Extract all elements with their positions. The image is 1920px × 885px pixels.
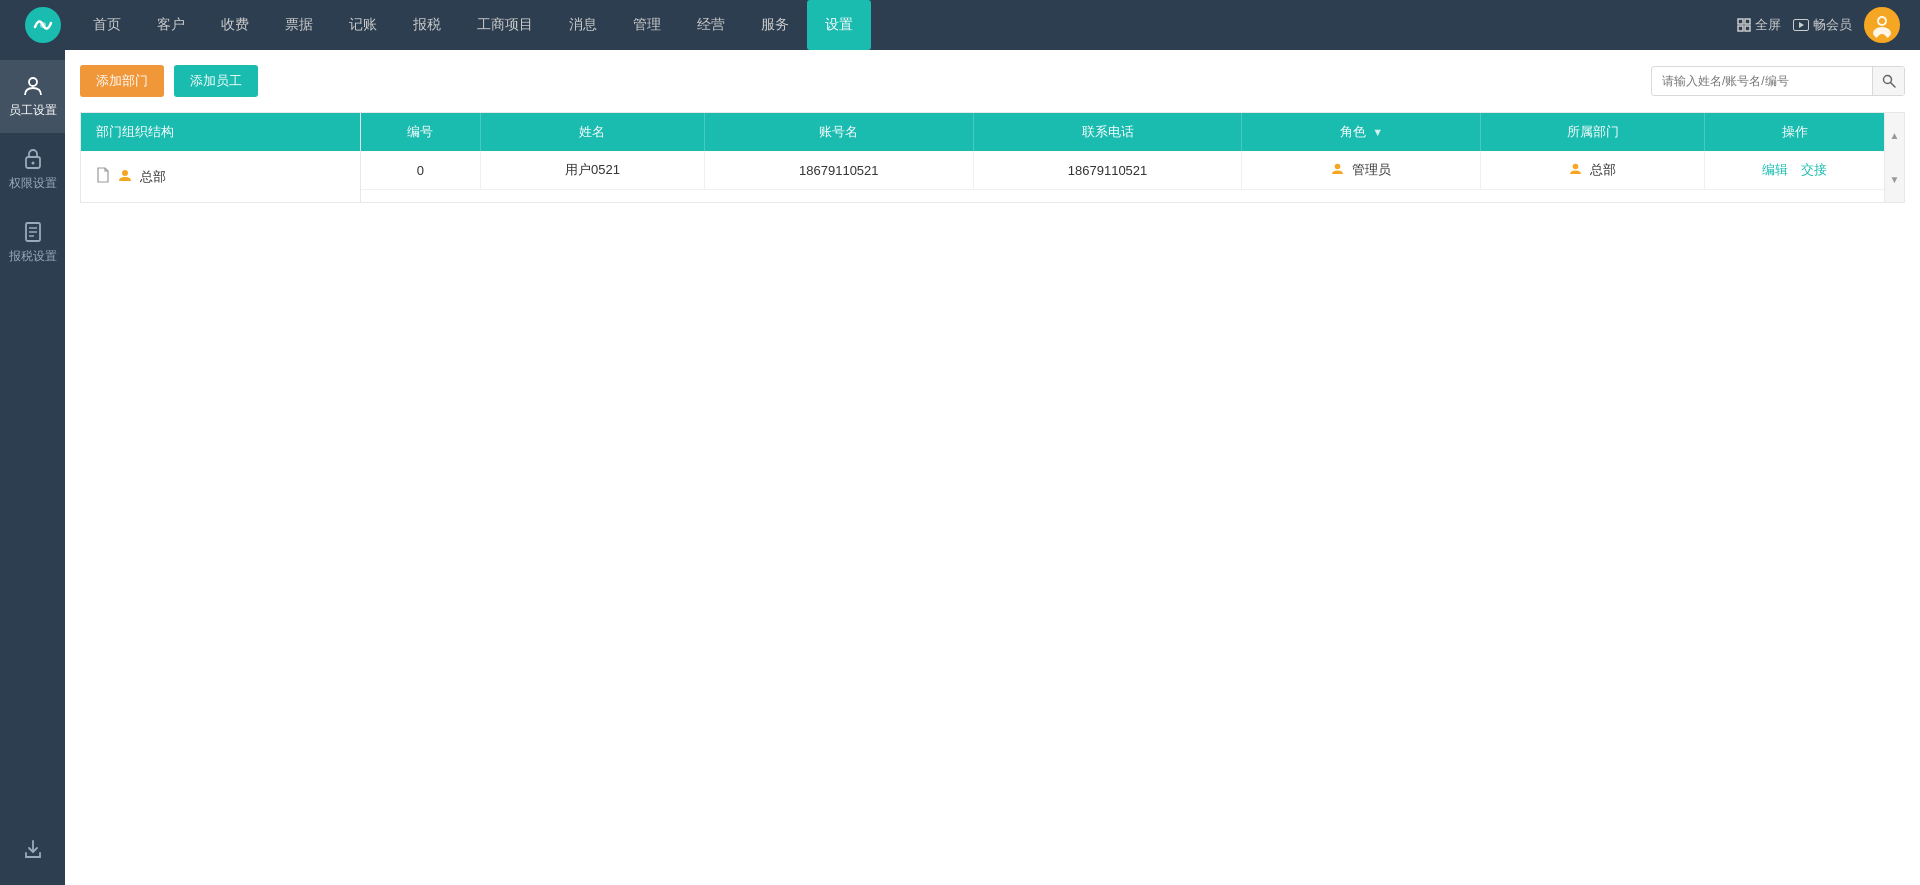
cell-dept: 总部	[1481, 151, 1705, 190]
nav-right: 全屏 畅会员	[1737, 7, 1900, 43]
col-header-action: 操作	[1705, 113, 1884, 151]
nav-fee[interactable]: 收费	[203, 0, 267, 50]
col-header-account: 账号名	[704, 113, 973, 151]
add-emp-button[interactable]: 添加员工	[174, 65, 258, 97]
nav-customer[interactable]: 客户	[139, 0, 203, 50]
edit-link[interactable]: 编辑	[1762, 162, 1788, 177]
role-value: 管理员	[1352, 161, 1391, 179]
scroll-down-button[interactable]: ▼	[1885, 158, 1904, 203]
nav-manage[interactable]: 管理	[615, 0, 679, 50]
content-layout: 部门组织结构 总部	[80, 112, 1905, 203]
sidebar-item-employee[interactable]: 员工设置	[0, 60, 65, 133]
cell-phone: 18679110521	[973, 151, 1242, 190]
scroll-buttons: ▲ ▼	[1884, 113, 1904, 202]
emp-table-wrap: 编号 姓名 账号名 联系电话 角色 ▼ 所属部门 操作 0	[361, 113, 1884, 202]
lock-icon	[21, 147, 45, 171]
nav-tax[interactable]: 报税	[395, 0, 459, 50]
sidebar-item-employee-label: 员工设置	[9, 102, 57, 119]
col-header-num: 编号	[361, 113, 480, 151]
cell-role: 管理员	[1242, 151, 1481, 190]
col-header-phone: 联系电话	[973, 113, 1242, 151]
sidebar-bottom	[0, 823, 65, 875]
cell-name: 用户0521	[480, 151, 704, 190]
svg-line-20	[1890, 83, 1895, 88]
emp-table: 编号 姓名 账号名 联系电话 角色 ▼ 所属部门 操作 0	[361, 113, 1884, 190]
search-input[interactable]	[1652, 74, 1872, 88]
member-label: 畅会员	[1813, 16, 1852, 34]
nav-home[interactable]: 首页	[75, 0, 139, 50]
scroll-up-button[interactable]: ▲	[1885, 113, 1904, 158]
sidebar-item-taxsettings[interactable]: 报税设置	[0, 206, 65, 279]
sidebar-item-permissions[interactable]: 权限设置	[0, 133, 65, 206]
play-icon	[1793, 19, 1809, 31]
svg-point-13	[31, 162, 34, 165]
dept-tree: 部门组织结构 总部	[81, 113, 361, 202]
svg-rect-2	[1738, 19, 1743, 24]
search-icon	[1882, 74, 1896, 88]
svg-point-11	[29, 78, 37, 86]
sidebar: 员工设置 权限设置 报税设置	[0, 50, 65, 885]
svg-point-21	[122, 170, 128, 176]
person-icon	[21, 74, 45, 98]
member-btn[interactable]: 畅会员	[1793, 16, 1852, 34]
toolbar: 添加部门 添加员工	[80, 65, 1905, 97]
nav-operation[interactable]: 经营	[679, 0, 743, 50]
nav-settings[interactable]: 设置	[807, 0, 871, 50]
dept-node-general[interactable]: 总部	[81, 159, 360, 194]
fullscreen-label: 全屏	[1755, 16, 1781, 34]
search-box	[1651, 66, 1905, 96]
dept-user-icon-cell	[1569, 162, 1582, 178]
dept-node-label: 总部	[140, 168, 166, 186]
svg-rect-3	[1745, 19, 1750, 24]
logo[interactable]	[10, 7, 75, 43]
download-icon	[21, 837, 45, 861]
dept-value: 总部	[1590, 161, 1616, 179]
col-header-dept: 所属部门	[1481, 113, 1705, 151]
cell-actions: 编辑 交接	[1705, 151, 1884, 190]
top-nav: 首页 客户 收费 票据 记账 报税 工商项目 消息 管理 经营 服务 设置 全屏	[0, 0, 1920, 50]
nav-message[interactable]: 消息	[551, 0, 615, 50]
table-row: 0 用户0521 18679110521 18679110521	[361, 151, 1884, 190]
handover-link[interactable]: 交接	[1801, 162, 1827, 177]
report-icon	[21, 220, 45, 244]
avatar[interactable]	[1864, 7, 1900, 43]
fullscreen-icon	[1737, 18, 1751, 32]
nav-items: 首页 客户 收费 票据 记账 报税 工商项目 消息 管理 经营 服务 设置	[75, 0, 1737, 50]
role-user-icon	[1331, 162, 1344, 178]
svg-point-10	[1879, 18, 1885, 24]
col-role-label: 角色	[1340, 124, 1366, 139]
svg-rect-5	[1745, 26, 1750, 31]
cell-num: 0	[361, 151, 480, 190]
nav-business[interactable]: 工商项目	[459, 0, 551, 50]
search-button[interactable]	[1872, 66, 1904, 96]
nav-service[interactable]: 服务	[743, 0, 807, 50]
dept-tree-header: 部门组织结构	[81, 113, 360, 151]
nav-bill[interactable]: 票据	[267, 0, 331, 50]
col-header-name: 姓名	[480, 113, 704, 151]
svg-point-1	[40, 22, 46, 28]
col-header-role[interactable]: 角色 ▼	[1242, 113, 1481, 151]
main-content: 添加部门 添加员工 部门组织结构	[65, 50, 1920, 885]
fullscreen-btn[interactable]: 全屏	[1737, 16, 1781, 34]
svg-point-23	[1573, 164, 1579, 170]
add-dept-button[interactable]: 添加部门	[80, 65, 164, 97]
sidebar-item-download[interactable]	[0, 823, 65, 875]
file-icon	[96, 167, 110, 186]
dept-user-icon	[118, 168, 132, 185]
nav-bookkeeping[interactable]: 记账	[331, 0, 395, 50]
dept-tree-body: 总部	[81, 151, 360, 202]
filter-icon[interactable]: ▼	[1372, 126, 1383, 138]
svg-point-22	[1335, 164, 1341, 170]
sidebar-item-permissions-label: 权限设置	[9, 175, 57, 192]
sidebar-item-taxsettings-label: 报税设置	[9, 248, 57, 265]
cell-account: 18679110521	[704, 151, 973, 190]
avatar-icon	[1868, 11, 1896, 39]
svg-rect-4	[1738, 26, 1743, 31]
svg-marker-7	[1799, 22, 1804, 28]
